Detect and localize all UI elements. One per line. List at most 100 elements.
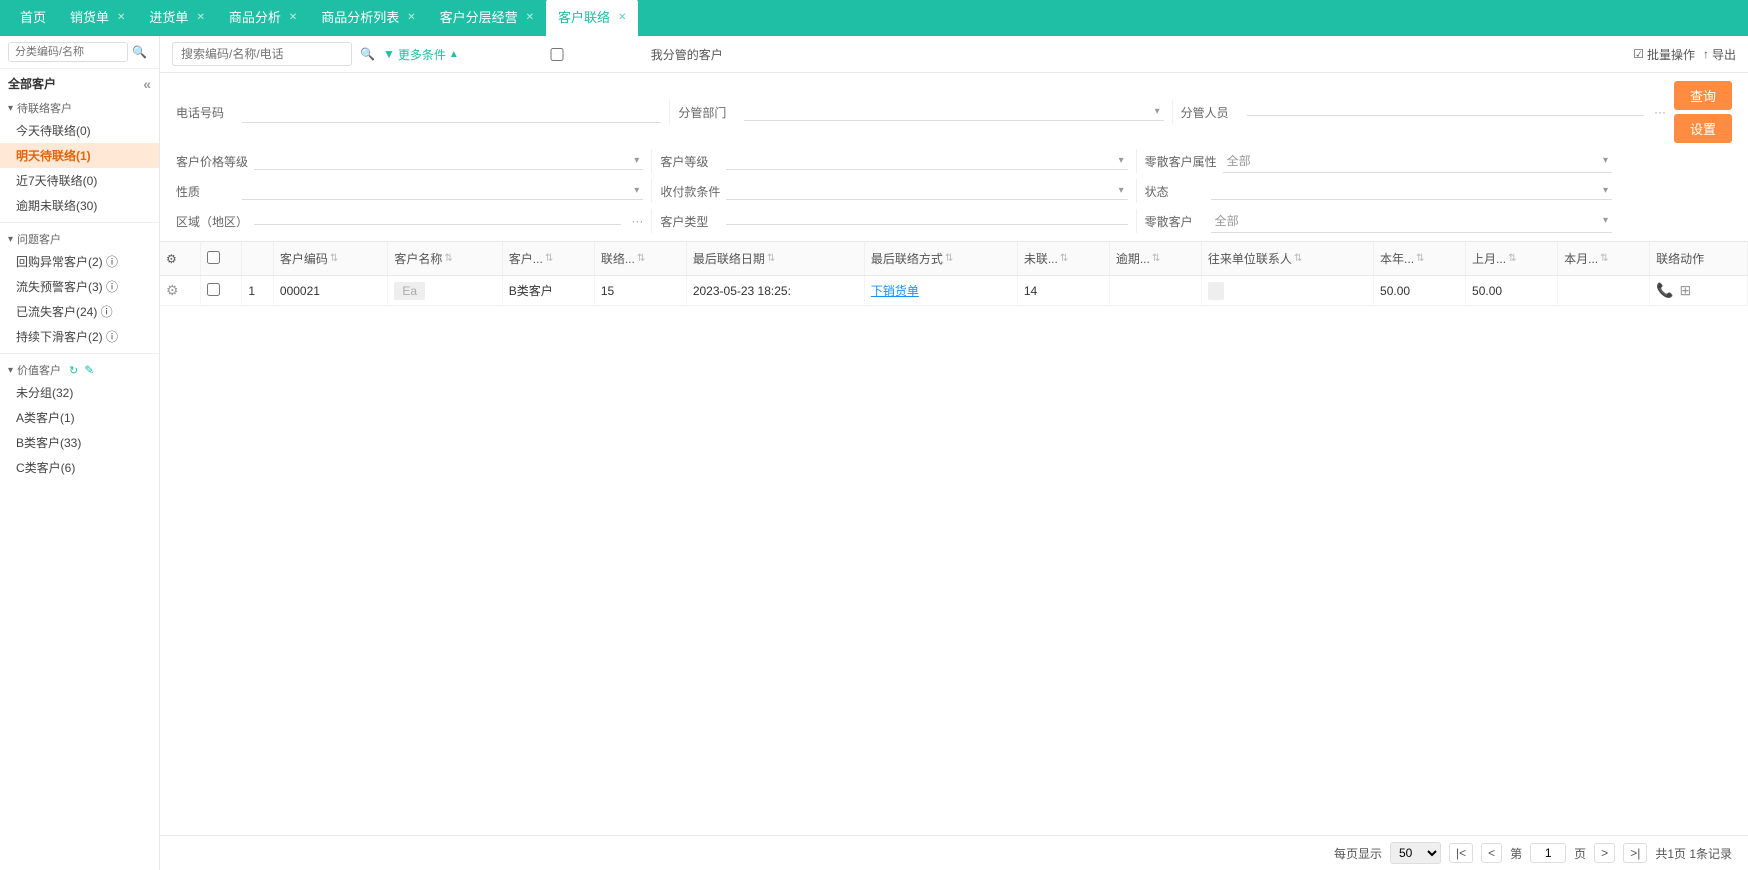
sort-contact-icon: ⇅ [637, 253, 645, 264]
payment-select[interactable]: ▾ [726, 182, 1127, 200]
close-analysis-list-icon[interactable]: ✕ [407, 0, 415, 36]
sidebar-item-lost[interactable]: 已流失客户(24) ⓘ [0, 299, 159, 324]
sidebar-item-today[interactable]: 今天待联络(0) [0, 118, 159, 143]
customers-table: ⚙ 客户编码⇅ 客户名称⇅ 客户...⇅ 联络...⇅ [160, 242, 1748, 306]
retail-attr-field: 零散客户属性 全部 ▾ [1145, 149, 1612, 173]
per-page-select[interactable]: 50 100 200 [1390, 842, 1441, 864]
sidebar-item-repurchase-abnormal[interactable]: 回购异常客户(2) ⓘ [0, 249, 159, 274]
customer-level-select[interactable]: ▾ [726, 152, 1127, 170]
sidebar-item-week[interactable]: 近7天待联络(0) [0, 168, 159, 193]
sidebar-item-unsorted[interactable]: 未分组(32) [0, 380, 159, 405]
customer-level-chevron-icon: ▾ [1119, 155, 1124, 166]
more-conditions-btn[interactable]: ▼ 更多条件 ▲ [383, 46, 459, 63]
adv-filter-panel: 电话号码 分管部门 ▾ 分管人员 ··· [160, 73, 1748, 242]
content-area: 🔍 ▼ 更多条件 ▲ 我分管的客户 ☑ 批量操作 ↑ 导出 [160, 36, 1748, 870]
sort-last-month-icon: ⇅ [1508, 253, 1516, 264]
sidebar-item-tomorrow[interactable]: 明天待联络(1) [0, 143, 159, 168]
nav-purchase[interactable]: 进货单 ✕ [137, 0, 216, 36]
manager-field: 分管人员 ··· [1181, 104, 1666, 121]
cell-gear: ⚙ [160, 276, 200, 306]
sidebar-item-lost-risk[interactable]: 流失预警客户(3) ⓘ [0, 274, 159, 299]
action-grid-icon[interactable]: ⊞ [1680, 282, 1692, 299]
manager-select[interactable] [1247, 109, 1644, 116]
chevron-up-icon: ▲ [449, 49, 459, 60]
th-last-contact-method: 最后联络方式⇅ [864, 242, 1017, 276]
phone-input[interactable] [242, 102, 661, 123]
nav-customer-contact[interactable]: 客户联络 ✕ [546, 0, 638, 36]
first-page-btn[interactable]: |< [1449, 843, 1473, 863]
sidebar-search-input[interactable] [8, 42, 128, 62]
sort-type-icon: ⇅ [545, 253, 553, 264]
retail-attr-chevron-icon: ▾ [1603, 155, 1608, 166]
adv-filter-row4: 区域（地区） ··· 客户类型 零散客户 全部 [176, 209, 1732, 233]
sidebar-group-value: ▾ 价值客户 ↻ ✎ [0, 358, 159, 380]
nav-sales[interactable]: 销货单 ✕ [58, 0, 137, 36]
cell-last-month: 50.00 [1466, 276, 1558, 306]
gear-header-icon[interactable]: ⚙ [166, 252, 177, 266]
row-checkbox[interactable] [207, 283, 220, 296]
sort-this-month-icon: ⇅ [1600, 253, 1608, 264]
last-page-btn[interactable]: >| [1623, 843, 1647, 863]
cell-this-month [1558, 276, 1650, 306]
sidebar-item-class-b[interactable]: B类客户(33) [0, 430, 159, 455]
area-more-icon[interactable]: ··· [631, 214, 643, 228]
export-btn[interactable]: ↑ 导出 [1703, 46, 1736, 63]
sidebar-search-icon[interactable]: 🔍 [132, 45, 147, 59]
close-sales-icon[interactable]: ✕ [117, 0, 125, 36]
pagination-bar: 每页显示 50 100 200 |< < 第 页 > >| 共1页 1条记录 [160, 835, 1748, 870]
close-customer-contact-icon[interactable]: ✕ [618, 0, 626, 36]
sidebar-item-overdue[interactable]: 逾期未联络(30) [0, 193, 159, 218]
sidebar-item-continuous-down[interactable]: 持续下滑客户(2) ⓘ [0, 324, 159, 349]
nav-home[interactable]: 首页 [8, 0, 58, 36]
phone-field: 电话号码 [176, 102, 661, 123]
table-area: ⚙ 客户编码⇅ 客户名称⇅ 客户...⇅ 联络...⇅ [160, 242, 1748, 835]
retail-customer-select[interactable]: 全部 ▾ [1211, 209, 1612, 233]
close-customer-tier-icon[interactable]: ✕ [526, 0, 534, 36]
nav-customer-tier[interactable]: 客户分层经营 ✕ [428, 0, 546, 36]
cell-contact-person [1201, 276, 1373, 306]
select-all-checkbox[interactable] [207, 251, 220, 264]
sidebar-item-class-a[interactable]: A类客户(1) [0, 405, 159, 430]
close-purchase-icon[interactable]: ✕ [196, 0, 204, 36]
filter-icon: ▼ [383, 47, 395, 61]
retail-customer-chevron-icon: ▾ [1603, 215, 1608, 226]
nav-analysis[interactable]: 商品分析 ✕ [217, 0, 309, 36]
page-input[interactable] [1530, 843, 1566, 863]
cell-last-contact-method: 下销货单 [864, 276, 1017, 306]
nature-field: 性质 ▾ [176, 182, 643, 200]
nature-select[interactable]: ▾ [242, 182, 643, 200]
refresh-value-icon[interactable]: ↻ [69, 364, 78, 377]
retail-attr-select[interactable]: 全部 ▾ [1223, 149, 1612, 173]
search-input[interactable] [172, 42, 352, 66]
adv-filter-row1: 电话号码 分管部门 ▾ 分管人员 ··· [176, 81, 1732, 143]
price-level-chevron-icon: ▾ [634, 155, 639, 166]
dept-select[interactable]: ▾ [744, 103, 1163, 121]
cell-code: 000021 [273, 276, 387, 306]
action-phone-icon[interactable]: 📞 [1656, 282, 1673, 299]
prev-page-btn[interactable]: < [1481, 843, 1502, 863]
sidebar-collapse-icon[interactable]: « [143, 76, 151, 92]
edit-value-icon[interactable]: ✎ [84, 363, 94, 377]
nav-analysis-list[interactable]: 商品分析列表 ✕ [309, 0, 427, 36]
row-gear-icon[interactable]: ⚙ [166, 282, 179, 298]
batch-op-btn[interactable]: ☑ 批量操作 [1633, 46, 1695, 63]
status-select[interactable]: ▾ [1211, 182, 1612, 200]
customer-type-select[interactable] [726, 218, 1127, 225]
manager-more-icon[interactable]: ··· [1654, 105, 1666, 119]
sidebar-all-customers[interactable]: 全部客户 « [0, 69, 159, 96]
sort-name-icon: ⇅ [444, 253, 452, 264]
my-customers-checkbox[interactable] [467, 48, 647, 61]
my-customers-checkbox-label[interactable]: 我分管的客户 [467, 46, 723, 63]
set-btn[interactable]: 设置 [1674, 114, 1732, 143]
close-analysis-icon[interactable]: ✕ [289, 0, 297, 36]
contact-method-link[interactable]: 下销货单 [871, 284, 919, 298]
per-page-label: 每页显示 [1334, 845, 1382, 862]
search-icon[interactable]: 🔍 [360, 47, 375, 61]
sidebar-item-class-c[interactable]: C类客户(6) [0, 455, 159, 480]
next-page-btn[interactable]: > [1594, 843, 1615, 863]
sort-overdue-icon: ⇅ [1152, 253, 1160, 264]
query-btn[interactable]: 查询 [1674, 81, 1732, 110]
price-level-select[interactable]: ▾ [254, 152, 643, 170]
cell-contact: 15 [594, 276, 686, 306]
area-select[interactable] [254, 218, 621, 225]
